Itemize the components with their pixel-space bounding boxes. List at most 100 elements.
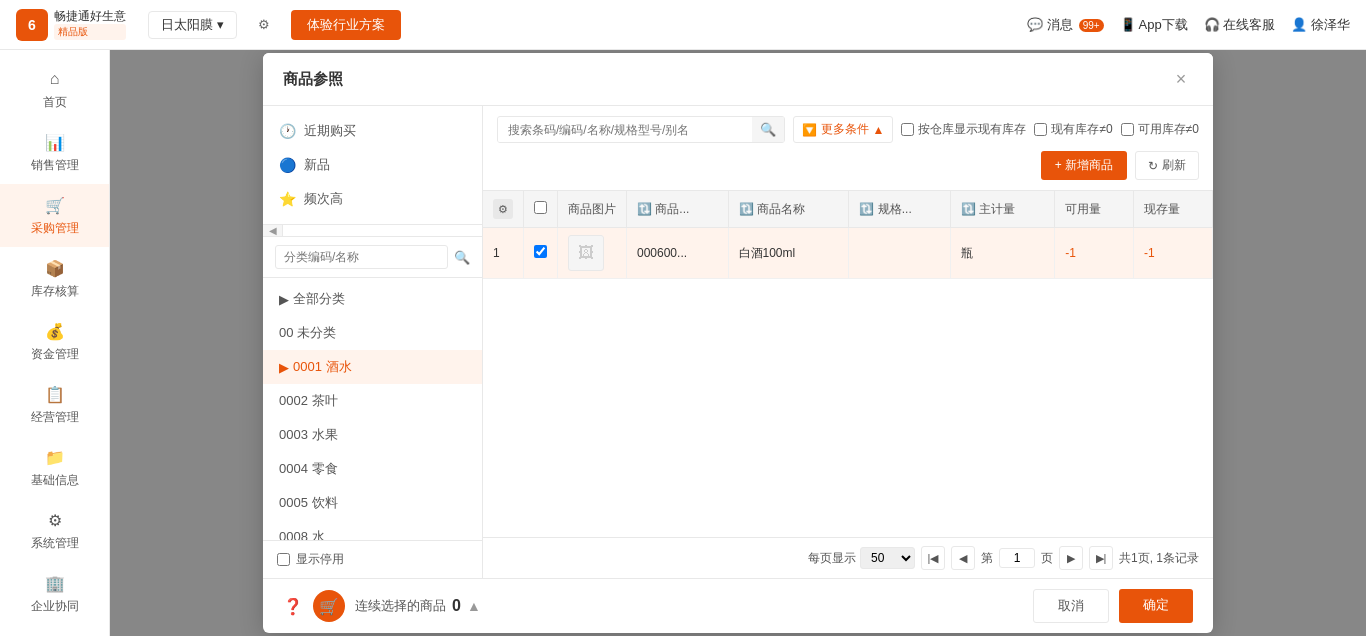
checkbox-available-text: 可用库存≠0 [1138, 121, 1199, 138]
add-product-button[interactable]: + 新增商品 [1041, 151, 1127, 180]
sidebar-item-home[interactable]: ⌂ 首页 [0, 58, 109, 121]
th-unit: 🔃 主计量 [950, 191, 1054, 228]
category-0008[interactable]: 0008 水 [263, 520, 482, 540]
category-0001[interactable]: ▶ 0001 酒水 [263, 350, 482, 384]
sales-icon: 📊 [44, 131, 66, 153]
sidebar-item-inventory[interactable]: 📦 库存核算 [0, 247, 109, 310]
first-page-button[interactable]: |◀ [921, 546, 945, 570]
sidebar-item-sales[interactable]: 📊 销售管理 [0, 121, 109, 184]
checkbox-warehouse[interactable] [901, 123, 914, 136]
tab-frequent[interactable]: ⭐ 频次高 [263, 182, 482, 216]
checkbox-warehouse-label[interactable]: 按仓库显示现有库存 [901, 121, 1026, 138]
checkbox-available-label[interactable]: 可用库存≠0 [1121, 121, 1199, 138]
modal-overlay: 商品参照 × 🕐 近期购买 🔵 [110, 50, 1366, 636]
sidebar-item-finance[interactable]: 💰 资金管理 [0, 310, 109, 373]
modal-footer: ❓ 🛒 连续选择的商品 0 ▲ 取消 确定 [263, 578, 1213, 633]
category-0001-arrow: ▶ [279, 360, 289, 375]
last-page-button[interactable]: ▶| [1089, 546, 1113, 570]
toolbar-right: + 新增商品 ↻ 刷新 [1041, 151, 1199, 180]
th-name: 🔃 商品名称 [728, 191, 849, 228]
sidebar-item-enterprise[interactable]: 🏢 企业协同 [0, 562, 109, 625]
modal-header: 商品参照 × [263, 53, 1213, 106]
modal-close-button[interactable]: × [1169, 67, 1193, 91]
cart-icon[interactable]: 🛒 [313, 590, 345, 622]
sidebar-label-system: 系统管理 [31, 535, 79, 552]
category-0005[interactable]: 0005 饮料 [263, 486, 482, 520]
category-0003[interactable]: 0003 水果 [263, 418, 482, 452]
nav-app-download[interactable]: 📱 App下载 [1120, 16, 1188, 34]
category-search-row: 🔍 [263, 237, 482, 278]
column-settings-icon[interactable]: ⚙ [493, 199, 513, 219]
sidebar-item-system[interactable]: ⚙ 系统管理 [0, 499, 109, 562]
td-num: 1 [483, 228, 524, 279]
select-all-checkbox[interactable] [534, 201, 547, 214]
footer-expand-icon[interactable]: ▲ [467, 598, 481, 614]
page-number-input[interactable] [999, 548, 1035, 568]
page-summary: 共1页, 1条记录 [1119, 550, 1199, 567]
display-disabled-checkbox[interactable] [277, 553, 290, 566]
logo-area: 6 畅捷通好生意 精品版 [16, 9, 136, 41]
nav-gear-icon[interactable]: ⚙ [249, 10, 279, 40]
operations-icon: 📋 [44, 383, 66, 405]
help-icon[interactable]: ❓ [283, 597, 303, 616]
cancel-button[interactable]: 取消 [1033, 589, 1109, 623]
selected-count: 0 [452, 597, 461, 615]
nav-cta-button[interactable]: 体验行业方案 [291, 10, 401, 40]
sidebar-item-guide[interactable]: 📖 新手引导 [0, 625, 109, 636]
sidebar-label-purchase: 采购管理 [31, 220, 79, 237]
refresh-button[interactable]: ↻ 刷新 [1135, 151, 1199, 180]
next-page-button[interactable]: ▶ [1059, 546, 1083, 570]
per-page-dropdown[interactable]: 50 100 200 [860, 547, 915, 569]
category-search-input[interactable] [275, 245, 448, 269]
row-checkbox[interactable] [534, 245, 547, 258]
recent-icon: 🕐 [279, 123, 296, 139]
category-0002[interactable]: 0002 茶叶 [263, 384, 482, 418]
category-all[interactable]: ▶ 全部分类 [263, 282, 482, 316]
category-search-icon[interactable]: 🔍 [454, 250, 470, 265]
td-code: 000600... [627, 228, 729, 279]
modal-body: 🕐 近期购买 🔵 新品 ⭐ 频次高 [263, 106, 1213, 578]
left-panel-toggle[interactable]: ◀ [263, 225, 283, 236]
selected-label: 连续选择的商品 [355, 597, 446, 615]
th-available: 可用量 [1055, 191, 1134, 228]
nav-selector[interactable]: 日太阳膜 ▾ [148, 11, 237, 39]
table-row[interactable]: 1 🖼 [483, 228, 1213, 279]
checkbox-available[interactable] [1121, 123, 1134, 136]
td-name: 白酒100ml [728, 228, 849, 279]
th-spec: 🔃 规格... [849, 191, 951, 228]
category-0008-label: 0008 水 [279, 528, 325, 540]
frequent-icon: ⭐ [279, 191, 296, 207]
product-lookup-modal: 商品参照 × 🕐 近期购买 🔵 [263, 53, 1213, 633]
tab-new[interactable]: 🔵 新品 [263, 148, 482, 182]
checkbox-stock-text: 现有库存≠0 [1051, 121, 1112, 138]
sidebar-item-operations[interactable]: 📋 经营管理 [0, 373, 109, 436]
confirm-button[interactable]: 确定 [1119, 589, 1193, 623]
product-search-input[interactable] [498, 118, 752, 142]
category-00-label: 00 未分类 [279, 324, 336, 342]
sidebar-item-purchase[interactable]: 🛒 采购管理 [0, 184, 109, 247]
td-img: 🖼 [558, 228, 627, 279]
sidebar-item-basic[interactable]: 📁 基础信息 [0, 436, 109, 499]
checkbox-stock-label[interactable]: 现有库存≠0 [1034, 121, 1112, 138]
product-search-button[interactable]: 🔍 [752, 117, 784, 142]
enterprise-icon: 🏢 [44, 572, 66, 594]
filter-button[interactable]: 🔽 更多条件 ▲ [793, 116, 894, 143]
nav-service[interactable]: 🎧 在线客服 [1204, 16, 1276, 34]
logo-badge: 精品版 [54, 24, 126, 40]
top-nav: 6 畅捷通好生意 精品版 日太阳膜 ▾ ⚙ 体验行业方案 💬 消息 99+ 📱 … [0, 0, 1366, 50]
prev-page-button[interactable]: ◀ [951, 546, 975, 570]
nav-messages[interactable]: 💬 消息 99+ [1027, 16, 1103, 34]
page-label: 第 [981, 550, 993, 567]
nav-user[interactable]: 👤 徐泽华 [1291, 16, 1350, 34]
content-area: 商品参照 × 🕐 近期购买 🔵 [110, 50, 1366, 636]
category-00[interactable]: 00 未分类 [263, 316, 482, 350]
th-settings: ⚙ [483, 191, 524, 228]
home-icon: ⌂ [44, 68, 66, 90]
td-check [524, 228, 558, 279]
category-0004[interactable]: 0004 零食 [263, 452, 482, 486]
checkbox-stock[interactable] [1034, 123, 1047, 136]
category-0005-label: 0005 饮料 [279, 494, 338, 512]
refresh-label: 刷新 [1162, 157, 1186, 174]
tab-recent[interactable]: 🕐 近期购买 [263, 114, 482, 148]
sidebar-label-home: 首页 [43, 94, 67, 111]
